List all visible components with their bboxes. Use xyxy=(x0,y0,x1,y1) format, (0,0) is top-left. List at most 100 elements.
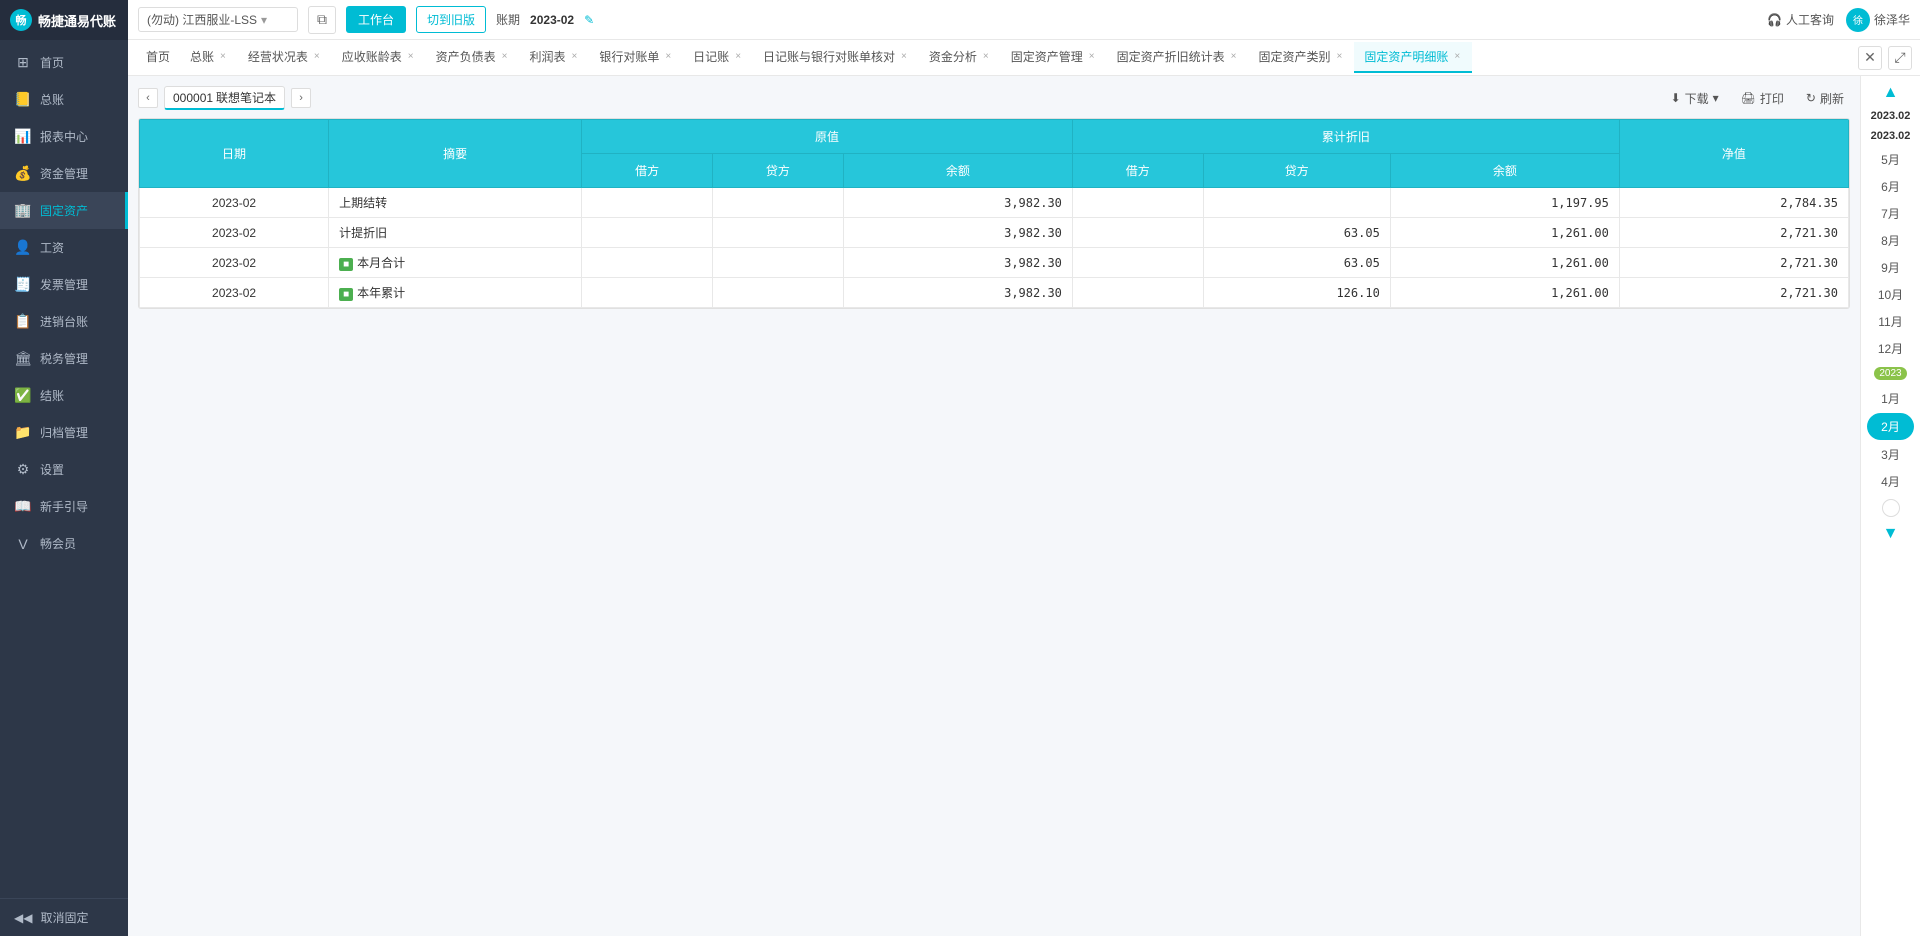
tab-depreciation-stats[interactable]: 固定资产折旧统计表 × xyxy=(1107,42,1249,73)
tab-journal[interactable]: 日记账 × xyxy=(683,42,753,73)
month-4[interactable]: 4月 xyxy=(1861,468,1920,495)
sidebar-item-settings[interactable]: ⚙ 设置 xyxy=(0,451,128,488)
tab-close-business-status[interactable]: × xyxy=(312,50,322,63)
print-button[interactable]: 🖨 打印 xyxy=(1735,87,1790,110)
refresh-button[interactable]: ↻ 刷新 xyxy=(1800,87,1850,110)
switch-version-button[interactable]: 切到旧版 xyxy=(416,6,486,33)
cell-acc-debit xyxy=(1072,188,1203,218)
cell-date: 2023-02 xyxy=(140,218,329,248)
period-edit-icon[interactable]: ✎ xyxy=(584,13,594,27)
sidebar-item-payroll[interactable]: 👤 工资 xyxy=(0,229,128,266)
month-2-active[interactable]: 2月 xyxy=(1867,413,1914,440)
tab-fixed-assets-category[interactable]: 固定资产类别 × xyxy=(1248,42,1354,73)
tab-ar-aging[interactable]: 应收账龄表 × xyxy=(332,42,426,73)
breadcrumb-forward-button[interactable]: › xyxy=(291,88,311,108)
tab-label-ar-aging: 应收账龄表 xyxy=(342,48,402,65)
tab-label-business-status: 经营状况表 xyxy=(248,48,308,65)
cell-orig-balance: 3,982.30 xyxy=(843,218,1072,248)
month-10[interactable]: 10月 xyxy=(1861,281,1920,308)
download-button[interactable]: ⬇ 下载 ▾ xyxy=(1665,87,1725,110)
col-orig-credit-header: 贷方 xyxy=(713,154,844,188)
sidebar-item-fixed-assets[interactable]: 🏢 固定资产 xyxy=(0,192,128,229)
tab-ledger[interactable]: 总账 × xyxy=(180,42,238,73)
tab-fixed-assets-detail[interactable]: 固定资产明细账 × xyxy=(1354,42,1472,73)
tab-balance-sheet[interactable]: 资产负债表 × xyxy=(426,42,520,73)
date-nav-up-button[interactable]: ▲ xyxy=(1861,80,1920,106)
company-name: (勿动) 江西服业-LSS xyxy=(147,11,257,28)
workspace-button[interactable]: 工作台 xyxy=(346,6,406,33)
tab-label-journal-reconcile: 日记账与银行对账单核对 xyxy=(763,48,895,65)
sidebar-item-reports[interactable]: 📊 报表中心 xyxy=(0,118,128,155)
month-3[interactable]: 3月 xyxy=(1861,441,1920,468)
tab-fixed-assets-mgmt[interactable]: 固定资产管理 × xyxy=(1001,42,1107,73)
tab-close-balance-sheet[interactable]: × xyxy=(500,50,510,63)
sidebar-item-guide[interactable]: 📖 新手引导 xyxy=(0,488,128,525)
tab-home[interactable]: 首页 xyxy=(136,42,180,73)
tab-close-fixed-assets-mgmt[interactable]: × xyxy=(1087,50,1097,63)
tab-close-journal[interactable]: × xyxy=(733,50,743,63)
month-12[interactable]: 12月 xyxy=(1861,335,1920,362)
cell-net-value: 2,721.30 xyxy=(1619,248,1848,278)
tab-bank-statement[interactable]: 银行对账单 × xyxy=(589,42,683,73)
tab-close-all-button[interactable]: ✕ xyxy=(1858,46,1882,70)
tab-close-depreciation-stats[interactable]: × xyxy=(1229,50,1239,63)
tab-fund-analysis[interactable]: 资金分析 × xyxy=(919,42,1001,73)
tab-actions: ✕ ⤢ xyxy=(1858,46,1912,70)
tab-close-fixed-assets-detail[interactable]: × xyxy=(1452,50,1462,63)
tab-income-statement[interactable]: 利润表 × xyxy=(519,42,589,73)
month-5[interactable]: 5月 xyxy=(1861,146,1920,173)
sidebar-item-home[interactable]: ⊞ 首页 xyxy=(0,44,128,81)
cell-acc-balance: 1,261.00 xyxy=(1390,218,1619,248)
sidebar-item-tax[interactable]: 🏛 税务管理 xyxy=(0,340,128,377)
cell-orig-debit xyxy=(582,188,713,218)
tab-close-ar-aging[interactable]: × xyxy=(406,50,416,63)
sidebar-item-purchases[interactable]: 📋 进销台账 xyxy=(0,303,128,340)
sidebar-item-ledger[interactable]: 📒 总账 xyxy=(0,81,128,118)
settings-icon: ⚙ xyxy=(14,461,32,478)
sidebar-nav: ⊞ 首页 📒 总账 📊 报表中心 💰 资金管理 🏢 固定资产 👤 工资 🧾 发票… xyxy=(0,40,128,898)
date-nav-down-button[interactable]: ▼ xyxy=(1861,521,1920,547)
tab-close-fixed-assets-category[interactable]: × xyxy=(1334,50,1344,63)
tab-expand-button[interactable]: ⤢ xyxy=(1888,46,1912,70)
sidebar-item-close[interactable]: ✅ 结账 xyxy=(0,377,128,414)
tab-close-income-statement[interactable]: × xyxy=(569,50,579,63)
tab-close-journal-reconcile[interactable]: × xyxy=(899,50,909,63)
user-menu[interactable]: 徐 徐泽华 xyxy=(1846,8,1910,32)
copy-company-button[interactable]: ⧉ xyxy=(308,6,336,34)
service-button[interactable]: 🎧 人工客询 xyxy=(1767,11,1834,28)
month-6[interactable]: 6月 xyxy=(1861,173,1920,200)
sidebar-item-member[interactable]: V 畅会员 xyxy=(0,525,128,562)
sidebar-item-archive[interactable]: 📁 归档管理 xyxy=(0,414,128,451)
cell-orig-credit xyxy=(713,188,844,218)
table-row: 2023-02 ■本年累计 3,982.30 126.10 1,261.00 2… xyxy=(140,278,1849,308)
cell-acc-credit: 63.05 xyxy=(1203,218,1390,248)
cell-acc-credit: 126.10 xyxy=(1203,278,1390,308)
header-right: 🎧 人工客询 徐 徐泽华 xyxy=(1767,8,1910,32)
month-7[interactable]: 7月 xyxy=(1861,200,1920,227)
avatar: 徐 xyxy=(1846,8,1870,32)
tab-business-status[interactable]: 经营状况表 × xyxy=(238,42,332,73)
month-8[interactable]: 8月 xyxy=(1861,227,1920,254)
table-row: 2023-02 ■本月合计 3,982.30 63.05 1,261.00 2,… xyxy=(140,248,1849,278)
breadcrumb-back-button[interactable]: ‹ xyxy=(138,88,158,108)
cell-net-value: 2,721.30 xyxy=(1619,218,1848,248)
tab-close-ledger[interactable]: × xyxy=(218,50,228,63)
sidebar-label-tax: 税务管理 xyxy=(40,350,88,367)
month-1[interactable]: 1月 xyxy=(1861,385,1920,412)
download-icon: ⬇ xyxy=(1671,91,1681,105)
tab-close-bank-statement[interactable]: × xyxy=(663,50,673,63)
logo-icon: 畅 xyxy=(10,9,32,31)
sidebar-pin-toggle[interactable]: ◀◀ 取消固定 xyxy=(0,898,128,936)
sidebar-item-funds[interactable]: 💰 资金管理 xyxy=(0,155,128,192)
breadcrumb-asset[interactable]: 000001 联想笔记本 xyxy=(164,86,285,110)
month-11[interactable]: 11月 xyxy=(1861,308,1920,335)
breadcrumb-nav: ‹ 000001 联想笔记本 › ⬇ 下载 ▾ 🖨 打印 xyxy=(138,86,1850,110)
sidebar-item-invoices[interactable]: 🧾 发票管理 xyxy=(0,266,128,303)
month-9[interactable]: 9月 xyxy=(1861,254,1920,281)
date-panel: ▲ 2023.02 2023.02 5月 6月 7月 8月 9月 10月 11月… xyxy=(1860,76,1920,936)
member-icon: V xyxy=(14,536,32,552)
period-label: 账期 xyxy=(496,11,520,28)
tab-journal-reconcile[interactable]: 日记账与银行对账单核对 × xyxy=(753,42,919,73)
company-selector[interactable]: (勿动) 江西服业-LSS ▾ xyxy=(138,7,298,32)
tab-close-fund-analysis[interactable]: × xyxy=(981,50,991,63)
